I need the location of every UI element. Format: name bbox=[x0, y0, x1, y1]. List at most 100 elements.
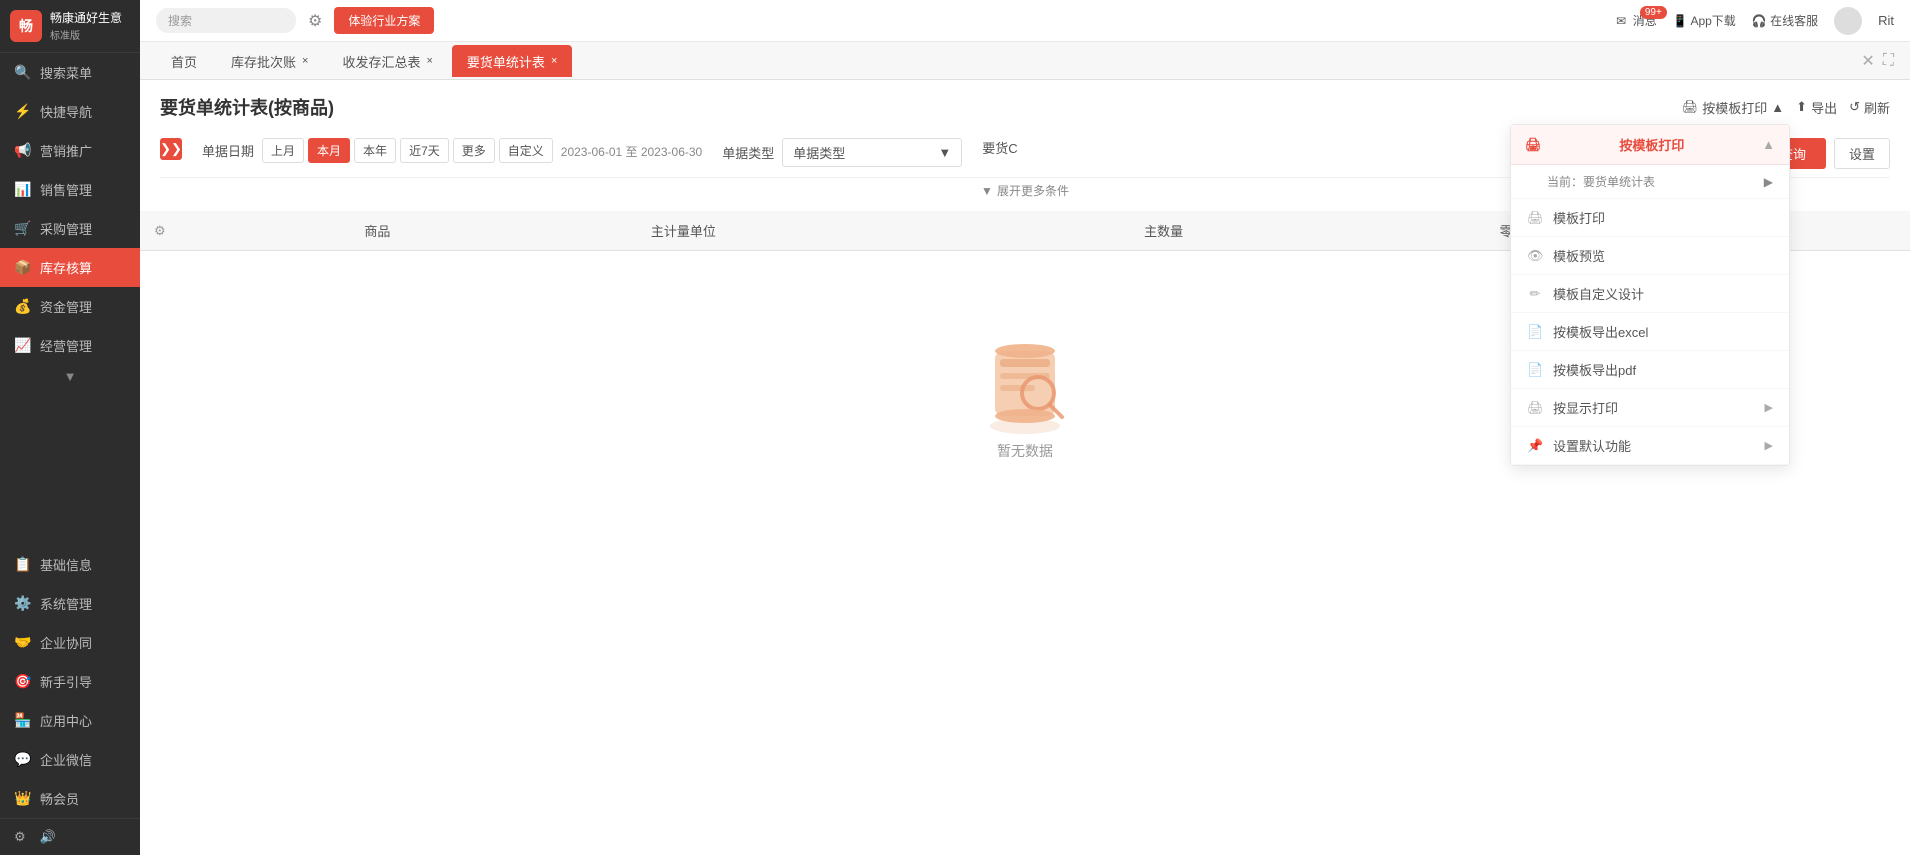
dropdown-sub-label: 按显示打印 bbox=[1553, 398, 1618, 417]
close-window-btn[interactable]: ✕ bbox=[1861, 51, 1874, 71]
settings-gear-icon[interactable]: ⚙ bbox=[308, 11, 322, 31]
search-icon: 🔍 bbox=[14, 64, 32, 81]
filter-expand-btn[interactable]: ❯❯ bbox=[160, 138, 182, 160]
dropdown-item-template-preview[interactable]: 👁 模板预览 bbox=[1511, 237, 1789, 275]
audio-icon[interactable]: 🔊 bbox=[40, 829, 56, 845]
design-icon: ✏ bbox=[1527, 286, 1543, 302]
sidebar-item-guide[interactable]: 🎯 新手引导 bbox=[0, 662, 140, 701]
sidebar-bottom: ⚙ 🔊 bbox=[0, 818, 140, 855]
sidebar-item-appstore[interactable]: 🏪 应用中心 bbox=[0, 701, 140, 740]
app-download-link[interactable]: 📱 App下载 bbox=[1673, 12, 1736, 29]
table-settings-icon[interactable]: ⚙ bbox=[154, 223, 166, 238]
sidebar-item-label: 新手引导 bbox=[40, 672, 92, 691]
sidebar-item-label: 搜索菜单 bbox=[40, 63, 92, 82]
order-type-select[interactable]: 单据类型 ▼ bbox=[782, 138, 962, 167]
display-print-icon: 🖨 bbox=[1527, 400, 1543, 416]
messages-wrap[interactable]: ✉ 99+ 消息 bbox=[1616, 12, 1657, 29]
topbar-actions: ✉ 99+ 消息 📱 App下载 🎧 在线客服 Rit bbox=[1616, 7, 1894, 35]
dropdown-item-template-print[interactable]: 🖨 模板打印 bbox=[1511, 199, 1789, 237]
pdf-icon: 📄 bbox=[1527, 362, 1543, 378]
sidebar-item-collab[interactable]: 🤝 企业协同 bbox=[0, 623, 140, 662]
chevron-up-icon[interactable]: ▲ bbox=[1762, 137, 1775, 152]
dropdown-item-export-pdf[interactable]: 📄 按模板导出pdf bbox=[1511, 351, 1789, 389]
col-settings[interactable]: ⚙ bbox=[140, 211, 350, 251]
excel-icon: 📄 bbox=[1527, 324, 1543, 340]
dropdown-item-label: 模板打印 bbox=[1553, 208, 1605, 227]
store-icon: 🏪 bbox=[14, 712, 32, 729]
sidebar-item-member[interactable]: 👑 畅会员 bbox=[0, 779, 140, 818]
select-chevron-icon: ▼ bbox=[938, 145, 951, 160]
tab-receipt-summary-close[interactable]: × bbox=[426, 55, 432, 67]
current-year-btn[interactable]: 本年 bbox=[354, 138, 396, 163]
target-icon: 🎯 bbox=[14, 673, 32, 690]
sidebar-item-label: 库存核算 bbox=[40, 258, 92, 277]
last7-btn[interactable]: 近7天 bbox=[400, 138, 449, 163]
sidebar-item-marketing[interactable]: 📢 营销推广 bbox=[0, 131, 140, 170]
cart-icon: 🛒 bbox=[14, 220, 32, 237]
sidebar-item-sales[interactable]: 📊 销售管理 bbox=[0, 170, 140, 209]
search-box[interactable]: 搜索 bbox=[156, 8, 296, 33]
logo-icon: 畅 bbox=[10, 10, 42, 42]
trial-button[interactable]: 体验行业方案 bbox=[334, 7, 434, 34]
money-icon: 💰 bbox=[14, 298, 32, 315]
settings-button[interactable]: 设置 bbox=[1834, 138, 1890, 169]
refresh-button[interactable]: ↺ 刷新 bbox=[1849, 98, 1890, 117]
chart-icon: 📊 bbox=[14, 181, 32, 198]
dropdown-item-template-design[interactable]: ✏ 模板自定义设计 bbox=[1511, 275, 1789, 313]
speaker-icon: 📢 bbox=[14, 142, 32, 159]
custom-btn[interactable]: 自定义 bbox=[499, 138, 553, 163]
dropdown-header-actions: ▲ bbox=[1762, 137, 1775, 152]
current-month-btn[interactable]: 本月 bbox=[308, 138, 350, 163]
sidebar-item-inventory[interactable]: 📦 库存核算 bbox=[0, 248, 140, 287]
sidebar-item-label: 资金管理 bbox=[40, 297, 92, 316]
box-icon: 📦 bbox=[14, 259, 32, 276]
date-filter-label: 单据日期 bbox=[202, 141, 254, 160]
tab-inventory-batch[interactable]: 库存批次账 × bbox=[216, 45, 323, 77]
expand-window-btn[interactable]: ⛶ bbox=[1883, 52, 1894, 70]
sidebar-item-shortcut[interactable]: ⚡ 快捷导航 bbox=[0, 92, 140, 131]
tab-receipt-summary[interactable]: 收发存汇总表 × bbox=[327, 45, 447, 77]
more-btn[interactable]: 更多 bbox=[453, 138, 495, 163]
empty-illustration bbox=[970, 331, 1080, 441]
sidebar-item-label: 采购管理 bbox=[40, 219, 92, 238]
dropdown-item-label: 按模板导出pdf bbox=[1553, 360, 1636, 379]
sidebar-item-label: 系统管理 bbox=[40, 594, 92, 613]
sidebar-item-basic[interactable]: 📋 基础信息 bbox=[0, 545, 140, 584]
export-label: 导出 bbox=[1811, 98, 1837, 117]
tab-inventory-batch-label: 库存批次账 bbox=[231, 52, 296, 71]
expand-label: 展开更多条件 bbox=[997, 182, 1069, 199]
settings-icon[interactable]: ⚙ bbox=[14, 829, 26, 845]
current-label: 当前：要货单统计表 bbox=[1547, 173, 1655, 190]
tab-receipt-summary-label: 收发存汇总表 bbox=[342, 52, 420, 71]
current-arrow-icon: ▶ bbox=[1764, 175, 1773, 189]
online-service-link[interactable]: 🎧 在线客服 bbox=[1752, 12, 1818, 29]
sidebar-item-system[interactable]: ⚙️ 系统管理 bbox=[0, 584, 140, 623]
print-button[interactable]: 🖨 按模板打印 ▲ bbox=[1682, 98, 1784, 117]
sidebar-item-finance[interactable]: 💰 资金管理 bbox=[0, 287, 140, 326]
col-unit: 主计量单位 bbox=[637, 211, 1130, 251]
sidebar-item-label: 销售管理 bbox=[40, 180, 92, 199]
dropdown-item-display-print[interactable]: 🖨 按显示打印 ▶ bbox=[1511, 389, 1789, 427]
dropdown-item-export-excel[interactable]: 📄 按模板导出excel bbox=[1511, 313, 1789, 351]
dropdown-current-item[interactable]: 当前：要货单统计表 ▶ bbox=[1511, 165, 1789, 199]
tab-inventory-batch-close[interactable]: × bbox=[302, 55, 308, 67]
dropdown-header: 🖨 按模板打印 ▲ bbox=[1511, 125, 1789, 165]
sidebar-item-purchase[interactable]: 🛒 采购管理 bbox=[0, 209, 140, 248]
col-goods: 商品 bbox=[350, 211, 636, 251]
wechat-icon: 💬 bbox=[14, 751, 32, 768]
date-filter-group: 单据日期 上月 本月 本年 近7天 更多 自定义 2023-06-01 至 20… bbox=[202, 138, 702, 163]
sidebar-item-search[interactable]: 🔍 搜索菜单 bbox=[0, 53, 140, 92]
scroll-down-btn[interactable]: ▼ bbox=[0, 365, 140, 388]
avatar[interactable] bbox=[1834, 7, 1862, 35]
sidebar-item-wechat[interactable]: 💬 企业微信 bbox=[0, 740, 140, 779]
dropdown-item-set-default[interactable]: 📌 设置默认功能 ▶ bbox=[1511, 427, 1789, 465]
tab-order-stats[interactable]: 要货单统计表 × bbox=[452, 45, 572, 77]
order-type-label: 单据类型 bbox=[722, 143, 774, 162]
sidebar-item-operations[interactable]: 📈 经营管理 bbox=[0, 326, 140, 365]
export-button[interactable]: ⬆ 导出 bbox=[1796, 98, 1837, 117]
tab-home[interactable]: 首页 bbox=[156, 45, 212, 77]
prev-month-btn[interactable]: 上月 bbox=[262, 138, 304, 163]
refresh-label: 刷新 bbox=[1864, 98, 1890, 117]
dropdown-sub-label: 设置默认功能 bbox=[1553, 436, 1631, 455]
tab-order-stats-close[interactable]: × bbox=[551, 55, 557, 67]
